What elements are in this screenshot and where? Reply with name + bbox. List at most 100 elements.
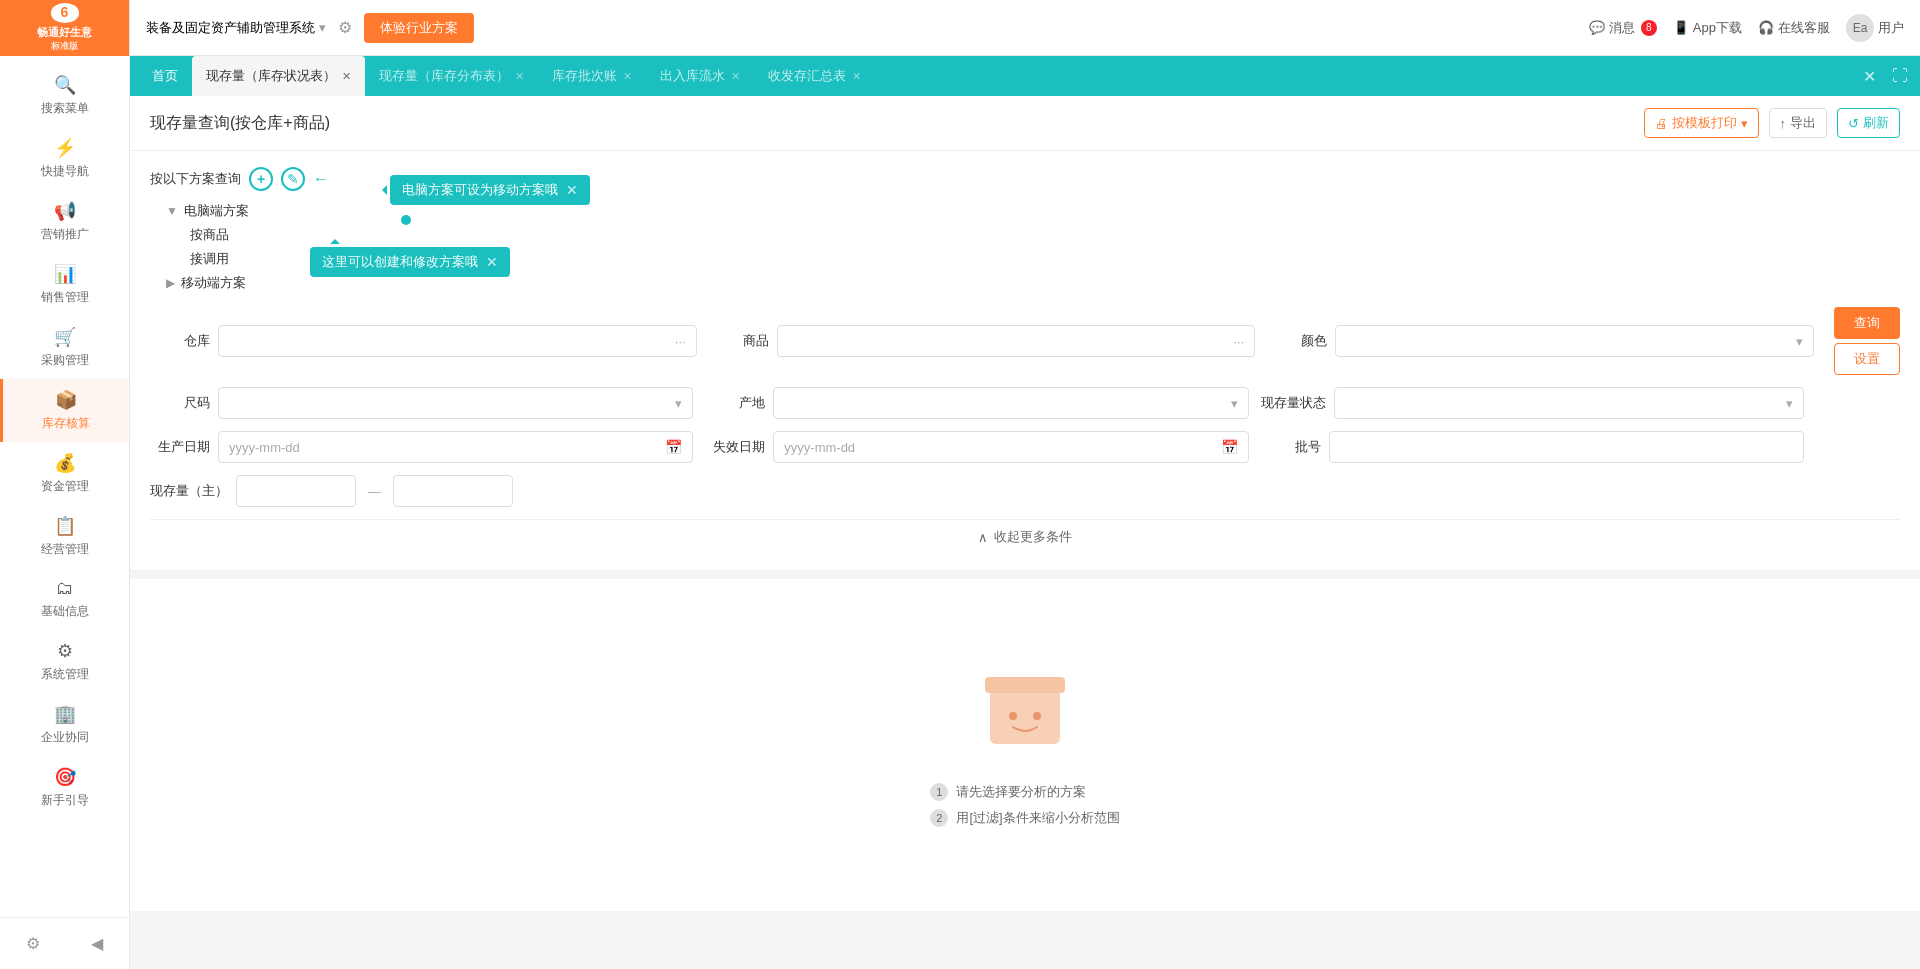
sidebar-item-label: 营销推广 — [41, 226, 89, 243]
header-left: 装备及固定资产辅助管理系统 ▾ ⚙ 体验行业方案 — [146, 13, 474, 43]
query-btn[interactable]: 查询 — [1834, 307, 1900, 339]
tab-recv-summary[interactable]: 收发存汇总表 ✕ — [754, 56, 875, 96]
sidebar-item-basic[interactable]: 🗂 基础信息 — [0, 568, 129, 630]
origin-input[interactable]: ▾ — [773, 387, 1248, 419]
chevron-down-icon: ▾ — [1231, 396, 1238, 411]
scheme-tooltip: 电脑方案可设为移动方案哦 ✕ — [390, 175, 590, 205]
batch-ledger-tab-label: 库存批次账 — [552, 67, 617, 85]
stock-status-input[interactable]: ▾ — [1334, 387, 1804, 419]
filter-row-1: 仓库 ··· 商品 ··· 颜色 — [150, 307, 1900, 375]
sidebar: 6 畅通好生意 标准版 🔍 搜索菜单 ⚡ 快捷导航 📢 营销推广 📊 销售管理 … — [0, 0, 130, 969]
sidebar-settings-btn[interactable]: ⚙ — [22, 930, 44, 957]
tab-close-inventory-dist[interactable]: ✕ — [515, 70, 524, 83]
filter-field-color: 颜色 ▾ — [1267, 325, 1814, 357]
filter-add-scheme-btn[interactable]: + — [249, 167, 273, 191]
sidebar-item-sales[interactable]: 📊 销售管理 — [0, 253, 129, 316]
scheme-item-goods[interactable]: 按商品 — [182, 223, 1900, 247]
batch-input[interactable] — [1329, 431, 1804, 463]
export-btn[interactable]: ↑ 导出 — [1769, 108, 1828, 138]
recv-summary-tab-label: 收发存汇总表 — [768, 67, 846, 85]
sidebar-item-operations[interactable]: 📋 经营管理 — [0, 505, 129, 568]
sidebar-item-label: 库存核算 — [42, 415, 90, 432]
filter-fields-container: 仓库 ··· 商品 ··· 颜色 — [150, 307, 1900, 507]
prod-date-start[interactable]: yyyy-mm-dd 📅 — [218, 431, 693, 463]
tab-home[interactable]: 首页 — [138, 56, 192, 96]
tab-close-batch-ledger[interactable]: ✕ — [623, 70, 632, 83]
goods-label: 商品 — [709, 332, 769, 350]
expire-date-input[interactable]: yyyy-mm-dd 📅 — [773, 431, 1248, 463]
sidebar-item-label: 企业协同 — [41, 729, 89, 746]
filter-edit-scheme-btn[interactable]: ✎ — [281, 167, 305, 191]
filter-field-expire-date: 失效日期 yyyy-mm-dd 📅 — [705, 431, 1248, 463]
tab-inventory-dist[interactable]: 现存量（库存分布表） ✕ — [365, 56, 538, 96]
refresh-btn[interactable]: ↺ 刷新 — [1837, 108, 1900, 138]
tab-close-inventory-status[interactable]: ✕ — [342, 70, 351, 83]
quick-nav-icon: ⚡ — [54, 137, 76, 159]
system-title-select[interactable]: 装备及固定资产辅助管理系统 ▾ — [146, 19, 326, 37]
empty-icon — [975, 659, 1075, 759]
logo-icon: 6 — [51, 3, 79, 23]
tab-close-recv-summary[interactable]: ✕ — [852, 70, 861, 83]
empty-hint-1: 1 请先选择要分析的方案 — [930, 779, 1119, 805]
tabbar-right-actions: ✕ ⛶ — [1859, 63, 1912, 90]
messages-label: 消息 — [1609, 19, 1635, 37]
sidebar-collapse-btn[interactable]: ◀ — [87, 930, 107, 957]
filter-arrow-btn[interactable]: ← — [313, 170, 329, 188]
print-template-btn[interactable]: 🖨 按模板打印 ▾ — [1644, 108, 1759, 138]
expire-date-placeholder: yyyy-mm-dd — [784, 440, 855, 455]
phone-icon: 📱 — [1673, 20, 1689, 35]
sidebar-item-purchase[interactable]: 🛒 采购管理 — [0, 316, 129, 379]
tab-batch-ledger[interactable]: 库存批次账 ✕ — [538, 56, 646, 96]
search-icon: 🔍 — [54, 74, 76, 96]
page-header: 现存量查询(按仓库+商品) 🖨 按模板打印 ▾ ↑ 导出 ↺ 刷新 — [130, 96, 1920, 151]
guide-icon: 🎯 — [54, 766, 76, 788]
tab-io-flow[interactable]: 出入库流水 ✕ — [646, 56, 754, 96]
tab-close-io-flow[interactable]: ✕ — [731, 70, 740, 83]
chevron-down-icon: ▾ — [1796, 334, 1803, 349]
sidebar-item-system[interactable]: ⚙ 系统管理 — [0, 630, 129, 693]
scheme-tooltip-close[interactable]: ✕ — [566, 182, 578, 198]
size-input[interactable]: ▾ — [218, 387, 693, 419]
collapse-bar[interactable]: ∧ 收起更多条件 — [150, 519, 1900, 554]
inventory-status-tab-label: 现存量（库存状况表） — [206, 67, 336, 85]
app-download-btn[interactable]: 📱 App下载 — [1673, 19, 1742, 37]
stock-main-start[interactable] — [236, 475, 356, 507]
sidebar-item-finance[interactable]: 💰 资金管理 — [0, 442, 129, 505]
svg-point-2 — [1009, 712, 1017, 720]
sidebar-item-guide[interactable]: 🎯 新手引导 — [0, 756, 129, 819]
stock-main-end[interactable] — [393, 475, 513, 507]
user-menu-btn[interactable]: Ea 用户 — [1846, 14, 1904, 42]
prod-date-label: 生产日期 — [150, 438, 210, 456]
warehouse-input[interactable]: ··· — [218, 325, 697, 357]
sidebar-item-label: 销售管理 — [41, 289, 89, 306]
sidebar-item-marketing[interactable]: 📢 营销推广 — [0, 190, 129, 253]
prod-date-placeholder: yyyy-mm-dd — [229, 440, 300, 455]
tab-inventory-status[interactable]: 现存量（库存状况表） ✕ — [192, 56, 365, 96]
ellipsis-icon: ··· — [1234, 334, 1245, 349]
sidebar-nav: 🔍 搜索菜单 ⚡ 快捷导航 📢 营销推广 📊 销售管理 🛒 采购管理 📦 库存核… — [0, 56, 129, 917]
settings-btn[interactable]: 设置 — [1834, 343, 1900, 375]
inventory-dist-tab-label: 现存量（库存分布表） — [379, 67, 509, 85]
user-label: 用户 — [1878, 19, 1904, 37]
sidebar-item-quick-nav[interactable]: ⚡ 快捷导航 — [0, 127, 129, 190]
basic-icon: 🗂 — [56, 578, 74, 599]
edit-tooltip-close[interactable]: ✕ — [486, 254, 498, 270]
marketing-icon: 📢 — [54, 200, 76, 222]
support-icon: 🎧 — [1758, 20, 1774, 35]
color-input[interactable]: ▾ — [1335, 325, 1814, 357]
online-support-btn[interactable]: 🎧 在线客服 — [1758, 19, 1830, 37]
tab-fullscreen-btn[interactable]: ⛶ — [1888, 63, 1912, 90]
sidebar-item-inventory[interactable]: 📦 库存核算 — [0, 379, 129, 442]
range-dash: — — [368, 484, 381, 499]
filter-scheme-row: 按以下方案查询 + ✎ ← 电脑方案可设为移动方案哦 ✕ 这里可以创建和修改方案… — [150, 167, 1900, 191]
messages-btn[interactable]: 💬 消息 8 — [1589, 19, 1657, 37]
sidebar-item-enterprise[interactable]: 🏢 企业协同 — [0, 693, 129, 756]
sidebar-item-search[interactable]: 🔍 搜索菜单 — [0, 64, 129, 127]
scheme-desktop-label: 电脑端方案 — [184, 202, 249, 220]
filter-field-prod-date: 生产日期 yyyy-mm-dd 📅 — [150, 431, 693, 463]
chevron-down-icon: ▾ — [319, 20, 326, 35]
header-settings-icon[interactable]: ⚙ — [334, 14, 356, 41]
tab-close-all-btn[interactable]: ✕ — [1859, 63, 1880, 90]
goods-input[interactable]: ··· — [777, 325, 1256, 357]
industry-solution-btn[interactable]: 体验行业方案 — [364, 13, 474, 43]
